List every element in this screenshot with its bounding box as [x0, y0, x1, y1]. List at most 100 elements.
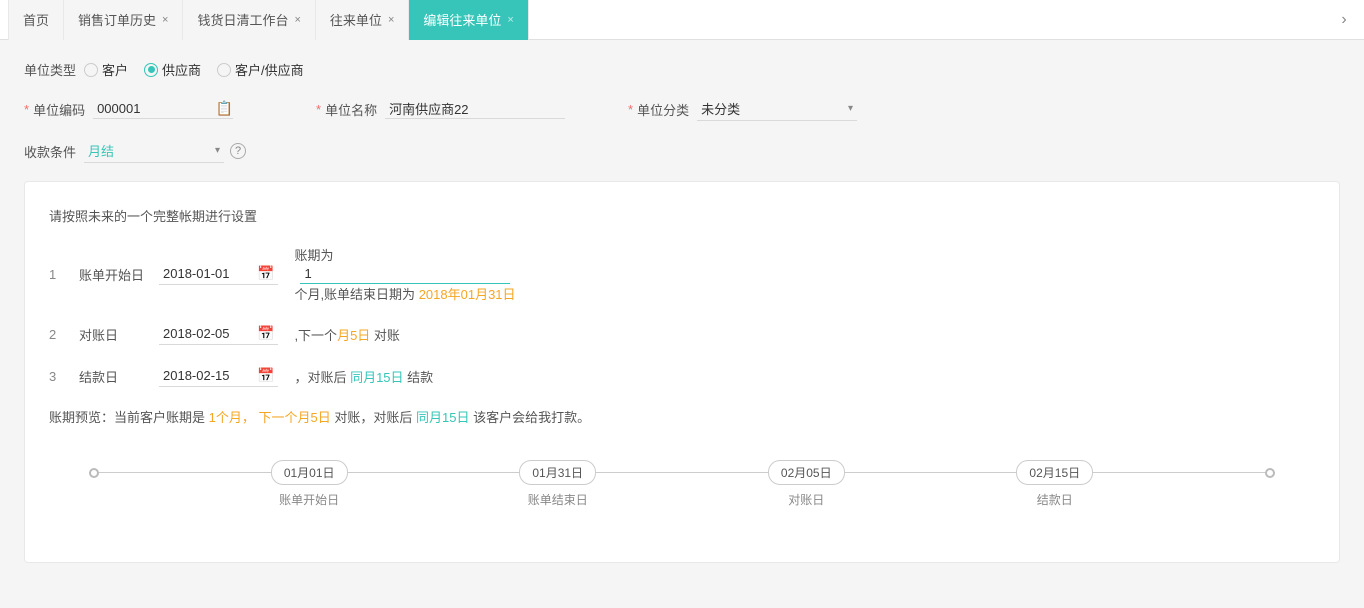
period-date-input-2[interactable]: [163, 326, 253, 341]
copy-icon[interactable]: 📋: [216, 100, 233, 117]
timeline-nodes-row: 01月01日 账单开始日 01月31日 账单结束日 02月05日 对账日 02月…: [89, 460, 1275, 508]
payment-terms-field: 收款条件 月结 ▾ ?: [24, 139, 246, 163]
radio-customer-circle: [84, 63, 98, 77]
payment-terms-arrow-icon: ▾: [215, 145, 220, 156]
period-row-2: 2 对账日 📅 ,下一个月5日 对账: [49, 323, 1315, 345]
tab-partner-unit[interactable]: 往来单位 ×: [316, 0, 409, 40]
timeline-badge-2: 01月31日: [519, 460, 596, 485]
period-index-2: 2: [49, 327, 79, 342]
period-index-3: 3: [49, 369, 79, 384]
period-row-1: 1 账单开始日 📅 账期为 个月,账单结束日期为 2018年01月31日: [49, 245, 1315, 303]
period-desc-3: ，对账后 同月15日 结款: [294, 367, 433, 386]
payment-terms-select[interactable]: 月结 ▾: [84, 139, 224, 163]
unit-code-input-wrapper: 📋: [93, 99, 233, 119]
timeline-label-4: 结款日: [1037, 491, 1073, 508]
calendar-icon-3[interactable]: 📅: [257, 367, 274, 384]
period-date-input-1[interactable]: [163, 266, 253, 281]
timeline-start-dot-circle: [89, 468, 99, 478]
period-date-1: 📅: [159, 263, 278, 285]
period-desc-2: ,下一个月5日 对账: [294, 325, 399, 344]
period-desc-2-normal: ,下一个: [294, 328, 337, 343]
radio-both[interactable]: 客户/供应商: [217, 60, 304, 79]
period-label-2: 对账日: [79, 325, 159, 344]
period-card: 请按照未来的一个完整帐期进行设置 1 账单开始日 📅 账期为 个月,账单结束日期…: [24, 181, 1340, 563]
preview-same: 同月15日: [416, 410, 469, 425]
payment-terms-help-icon[interactable]: ?: [230, 143, 246, 159]
unit-category-arrow-icon: ▾: [848, 103, 853, 114]
tab-sales-history[interactable]: 销售订单历史 ×: [64, 0, 183, 40]
calendar-icon-1[interactable]: 📅: [257, 265, 274, 282]
timeline-label-3: 对账日: [788, 491, 824, 508]
unit-name-field: * 单位名称: [316, 99, 596, 119]
close-tab-partner-unit[interactable]: ×: [388, 14, 394, 26]
preview-text: 账期预览：当前客户账期是 1个月， 下一个月5日 对账，对账后 同月15日 该客…: [49, 407, 1315, 426]
unit-category-value: 未分类: [701, 99, 842, 118]
payment-terms-label: 收款条件: [24, 142, 76, 161]
period-months-wrapper: [300, 264, 509, 284]
tab-edit-partner[interactable]: 编辑往来单位 ×: [409, 0, 528, 40]
unit-category-label: 单位分类: [637, 100, 689, 119]
period-index-1: 1: [49, 267, 79, 282]
period-date-input-3[interactable]: [163, 368, 253, 383]
period-desc-prefix-1: 账期为: [294, 248, 333, 263]
period-desc-2-orange: 月5日: [337, 328, 370, 343]
unit-type-radio-group: 客户 供应商 客户/供应商: [84, 60, 304, 79]
tab-home[interactable]: 首页: [8, 0, 64, 40]
tabs-more-button[interactable]: ›: [1332, 11, 1356, 29]
timeline-badge-3: 02月05日: [768, 460, 845, 485]
timeline-node-4: 02月15日 结款日: [1016, 460, 1093, 508]
period-months-input[interactable]: [304, 266, 344, 281]
unit-category-field: * 单位分类 未分类 ▾: [628, 97, 857, 121]
preview-1mo: 1个月，: [209, 410, 255, 425]
radio-customer-label: 客户: [102, 60, 128, 79]
timeline-badge-1: 01月01日: [271, 460, 348, 485]
period-desc-3-teal: 同月15日: [350, 370, 403, 385]
unit-type-field: 单位类型 客户 供应商 客户/供应商: [24, 60, 304, 79]
timeline-end-dot: [1265, 460, 1275, 478]
radio-supplier-inner: [148, 66, 155, 73]
unit-code-field: * 单位编码 📋: [24, 99, 284, 119]
tab-cash-work[interactable]: 钱货日清工作台 ×: [183, 0, 315, 40]
timeline-label-2: 账单结束日: [528, 491, 588, 508]
unit-code-label: 单位编码: [33, 100, 85, 119]
unit-type-label: 单位类型: [24, 60, 76, 79]
period-row-3: 3 结款日 📅 ，对账后 同月15日 结款: [49, 365, 1315, 387]
timeline-node-1: 01月01日 账单开始日: [271, 460, 348, 508]
radio-supplier-label: 供应商: [162, 60, 201, 79]
period-desc-3-normal: ，对账后: [294, 370, 350, 385]
unit-category-required: *: [628, 102, 633, 117]
preview-mid: 对账，对账后: [334, 410, 412, 425]
period-date-3: 📅: [159, 365, 278, 387]
timeline-node-2: 01月31日 账单结束日: [519, 460, 596, 508]
period-desc-suffix-1: 个月,账单结束日期为: [294, 287, 415, 302]
unit-info-row: * 单位编码 📋 * 单位名称 * 单位分类 未分类 ▾: [24, 97, 1340, 121]
unit-code-required: *: [24, 102, 29, 117]
preview-label: 账期预览：当前客户账期是: [49, 410, 205, 425]
period-desc-3-normal2: 结款: [404, 370, 434, 385]
unit-name-input[interactable]: [385, 99, 565, 119]
unit-type-row: 单位类型 客户 供应商 客户/供应商: [24, 60, 1340, 79]
period-desc-1: 账期为 个月,账单结束日期为 2018年01月31日: [294, 245, 515, 303]
payment-terms-value: 月结: [88, 141, 209, 160]
timeline-label-1: 账单开始日: [279, 491, 339, 508]
calendar-icon-2[interactable]: 📅: [257, 325, 274, 342]
card-hint: 请按照未来的一个完整帐期进行设置: [49, 206, 1315, 225]
period-label-1: 账单开始日: [79, 265, 159, 284]
unit-code-input[interactable]: [93, 99, 212, 118]
unit-category-select[interactable]: 未分类 ▾: [697, 97, 857, 121]
period-desc-2-normal2: 对账: [370, 328, 400, 343]
close-tab-cash-work[interactable]: ×: [294, 14, 300, 26]
radio-customer[interactable]: 客户: [84, 60, 128, 79]
timeline-node-3: 02月05日 对账日: [768, 460, 845, 508]
payment-terms-row: 收款条件 月结 ▾ ?: [24, 139, 1340, 163]
radio-supplier[interactable]: 供应商: [144, 60, 201, 79]
period-date-2: 📅: [159, 323, 278, 345]
tabs-bar: 首页 销售订单历史 × 钱货日清工作台 × 往来单位 × 编辑往来单位 × ›: [0, 0, 1364, 40]
close-tab-edit-partner[interactable]: ×: [507, 14, 513, 26]
unit-name-required: *: [316, 102, 321, 117]
close-tab-sales-history[interactable]: ×: [162, 14, 168, 26]
page-content: 单位类型 客户 供应商 客户/供应商: [0, 40, 1364, 583]
radio-both-label: 客户/供应商: [235, 60, 304, 79]
timeline-start-dot: [89, 460, 99, 478]
radio-supplier-circle: [144, 63, 158, 77]
